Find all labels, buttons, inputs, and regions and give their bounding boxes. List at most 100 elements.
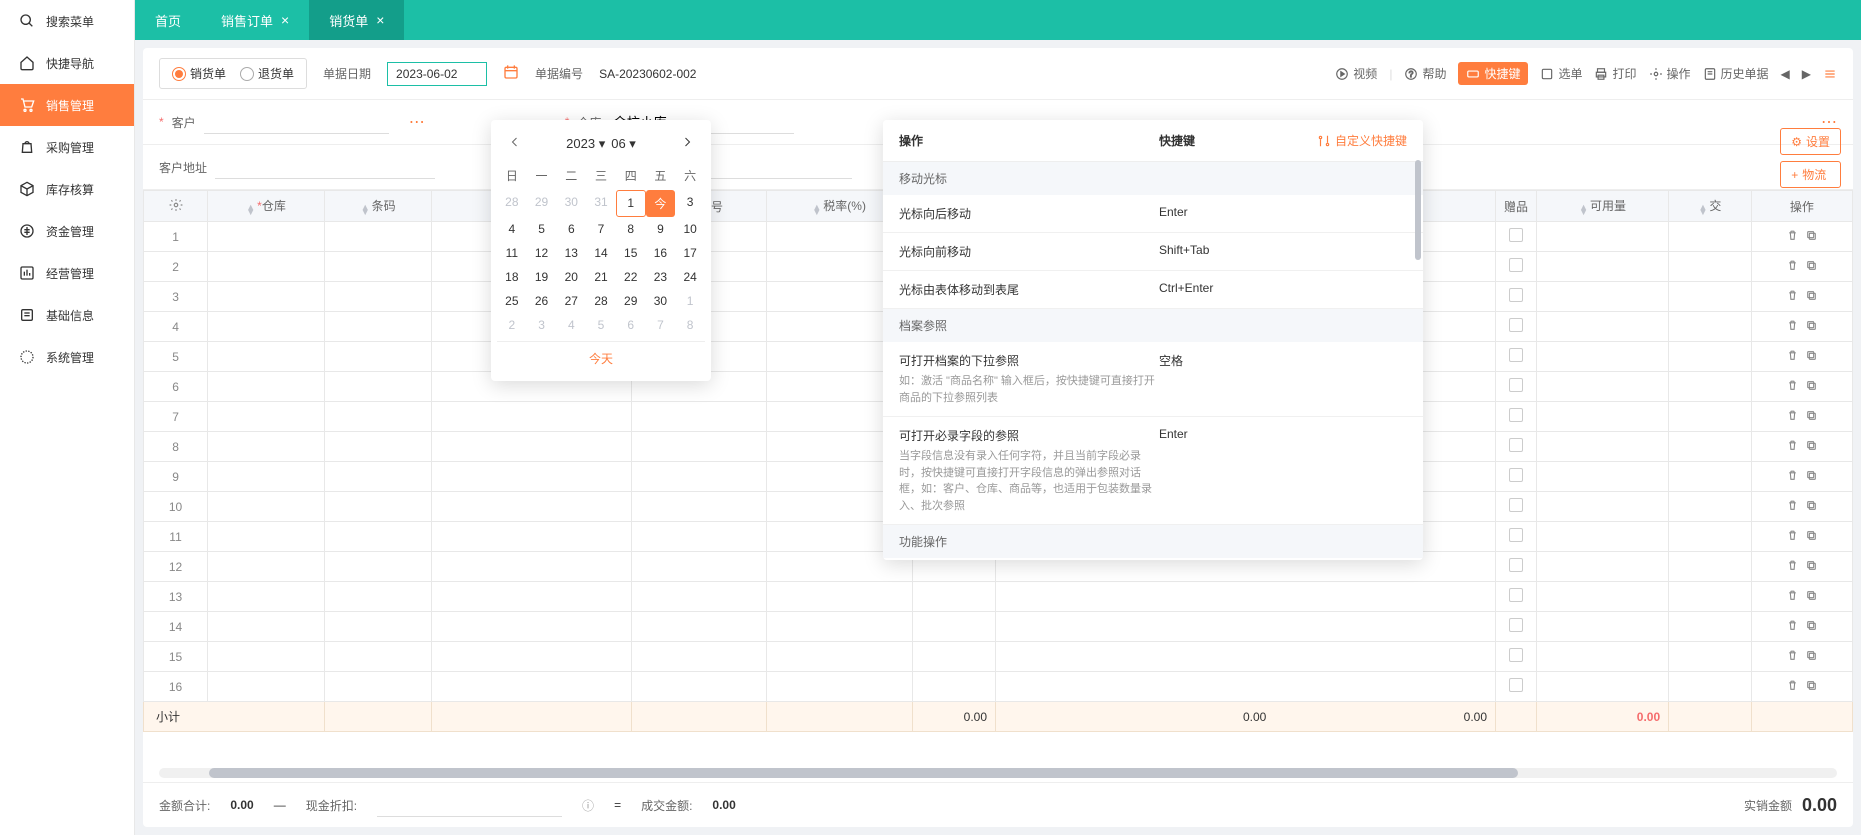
cal-day[interactable]: 8 [675, 313, 705, 337]
cal-year[interactable]: 2023 ▾ [566, 136, 605, 152]
sidebar-item-business[interactable]: 经营管理 [0, 252, 134, 294]
cal-day[interactable]: 17 [675, 241, 705, 265]
delete-row-icon[interactable] [1786, 259, 1799, 275]
cal-day[interactable]: 13 [556, 241, 586, 265]
cal-day[interactable]: 1 [675, 289, 705, 313]
gift-checkbox[interactable] [1509, 378, 1523, 392]
tab-sales-order[interactable]: 销售订单 × [201, 0, 309, 40]
customer-input[interactable] [204, 110, 389, 134]
print-action[interactable]: 打印 [1594, 65, 1636, 82]
cal-day[interactable]: 3 [675, 190, 705, 217]
date-input[interactable]: 2023-06-02 [387, 62, 487, 86]
gift-checkbox[interactable] [1509, 648, 1523, 662]
cal-day[interactable]: 18 [497, 265, 527, 289]
settings-button[interactable]: ⚙设置 [1780, 128, 1841, 155]
sidebar-item-quicknav[interactable]: 快捷导航 [0, 42, 134, 84]
copy-row-icon[interactable] [1805, 349, 1818, 365]
cal-day[interactable]: 28 [586, 289, 616, 313]
gift-checkbox[interactable] [1509, 408, 1523, 422]
cal-day[interactable]: 24 [675, 265, 705, 289]
copy-row-icon[interactable] [1805, 379, 1818, 395]
delete-row-icon[interactable] [1786, 379, 1799, 395]
copy-row-icon[interactable] [1805, 649, 1818, 665]
gift-checkbox[interactable] [1509, 588, 1523, 602]
gift-checkbox[interactable] [1509, 228, 1523, 242]
next-action[interactable]: ▶ [1802, 67, 1811, 81]
history-action[interactable]: 历史单据 [1703, 65, 1769, 82]
cal-day[interactable]: 25 [497, 289, 527, 313]
copy-row-icon[interactable] [1805, 469, 1818, 485]
more-icon[interactable]: ⋯ [409, 112, 425, 132]
cal-day[interactable]: 12 [527, 241, 557, 265]
gift-checkbox[interactable] [1509, 318, 1523, 332]
operate-action[interactable]: 操作 [1649, 65, 1691, 82]
copy-row-icon[interactable] [1805, 619, 1818, 635]
cal-day[interactable]: 7 [586, 217, 616, 241]
table-row[interactable]: 16 [144, 672, 1853, 702]
gift-checkbox[interactable] [1509, 468, 1523, 482]
table-row[interactable]: 15 [144, 642, 1853, 672]
copy-row-icon[interactable] [1805, 559, 1818, 575]
table-row[interactable]: 14 [144, 612, 1853, 642]
gift-checkbox[interactable] [1509, 258, 1523, 272]
cal-day[interactable]: 31 [586, 190, 616, 217]
tab-home[interactable]: 首页 [135, 0, 201, 40]
copy-row-icon[interactable] [1805, 319, 1818, 335]
delete-row-icon[interactable] [1786, 649, 1799, 665]
gift-checkbox[interactable] [1509, 288, 1523, 302]
cal-day[interactable]: 14 [586, 241, 616, 265]
copy-row-icon[interactable] [1805, 289, 1818, 305]
sidebar-item-search[interactable]: 搜索菜单 [0, 0, 134, 42]
cal-day[interactable]: 15 [616, 241, 646, 265]
cal-day[interactable]: 29 [616, 289, 646, 313]
radio-sales[interactable]: 销货单 [172, 65, 226, 82]
calendar-icon[interactable] [503, 64, 519, 83]
cal-day[interactable]: 21 [586, 265, 616, 289]
delete-row-icon[interactable] [1786, 229, 1799, 245]
cal-today-link[interactable]: 今天 [497, 341, 705, 375]
cal-day[interactable]: 16 [646, 241, 676, 265]
scrollbar-thumb[interactable] [209, 768, 1518, 778]
table-row[interactable]: 13 [144, 582, 1853, 612]
col-barcode[interactable]: ▲▼条码 [325, 191, 432, 222]
sidebar-item-sales[interactable]: 销售管理 [0, 84, 134, 126]
delete-row-icon[interactable] [1786, 319, 1799, 335]
shortcut-action[interactable]: 快捷键 [1458, 62, 1528, 85]
cal-day[interactable]: 29 [527, 190, 557, 217]
copy-row-icon[interactable] [1805, 499, 1818, 515]
cal-day[interactable]: 4 [497, 217, 527, 241]
cal-day[interactable]: 5 [527, 217, 557, 241]
copy-row-icon[interactable] [1805, 589, 1818, 605]
cal-day[interactable]: 6 [556, 217, 586, 241]
cal-day[interactable]: 11 [497, 241, 527, 265]
cal-day[interactable]: 8 [616, 217, 646, 241]
gift-checkbox[interactable] [1509, 678, 1523, 692]
delete-row-icon[interactable] [1786, 679, 1799, 695]
col-warehouse[interactable]: ▲▼*仓库 [208, 191, 325, 222]
copy-row-icon[interactable] [1805, 529, 1818, 545]
cal-day[interactable]: 5 [586, 313, 616, 337]
gift-checkbox[interactable] [1509, 528, 1523, 542]
copy-row-icon[interactable] [1805, 679, 1818, 695]
help-action[interactable]: ?帮助 [1404, 65, 1446, 82]
sidebar-item-funds[interactable]: 资金管理 [0, 210, 134, 252]
video-action[interactable]: 视频 [1335, 65, 1377, 82]
close-icon[interactable]: × [281, 12, 289, 28]
gift-checkbox[interactable] [1509, 348, 1523, 362]
prev-action[interactable]: ◀ [1781, 67, 1790, 81]
sidebar-item-system[interactable]: 系统管理 [0, 336, 134, 378]
col-gift[interactable]: 赠品 [1496, 191, 1537, 222]
delete-row-icon[interactable] [1786, 589, 1799, 605]
delete-row-icon[interactable] [1786, 289, 1799, 305]
cal-day[interactable]: 10 [675, 217, 705, 241]
copy-row-icon[interactable] [1805, 439, 1818, 455]
cal-day[interactable]: 20 [556, 265, 586, 289]
cal-next[interactable] [677, 132, 697, 155]
panel-scrollbar[interactable] [1415, 160, 1421, 260]
cal-day[interactable]: 6 [616, 313, 646, 337]
cal-day[interactable]: 19 [527, 265, 557, 289]
delete-row-icon[interactable] [1786, 529, 1799, 545]
sidebar-item-inventory[interactable]: 库存核算 [0, 168, 134, 210]
cal-day[interactable]: 22 [616, 265, 646, 289]
tab-sales-slip[interactable]: 销货单 × [309, 0, 404, 40]
